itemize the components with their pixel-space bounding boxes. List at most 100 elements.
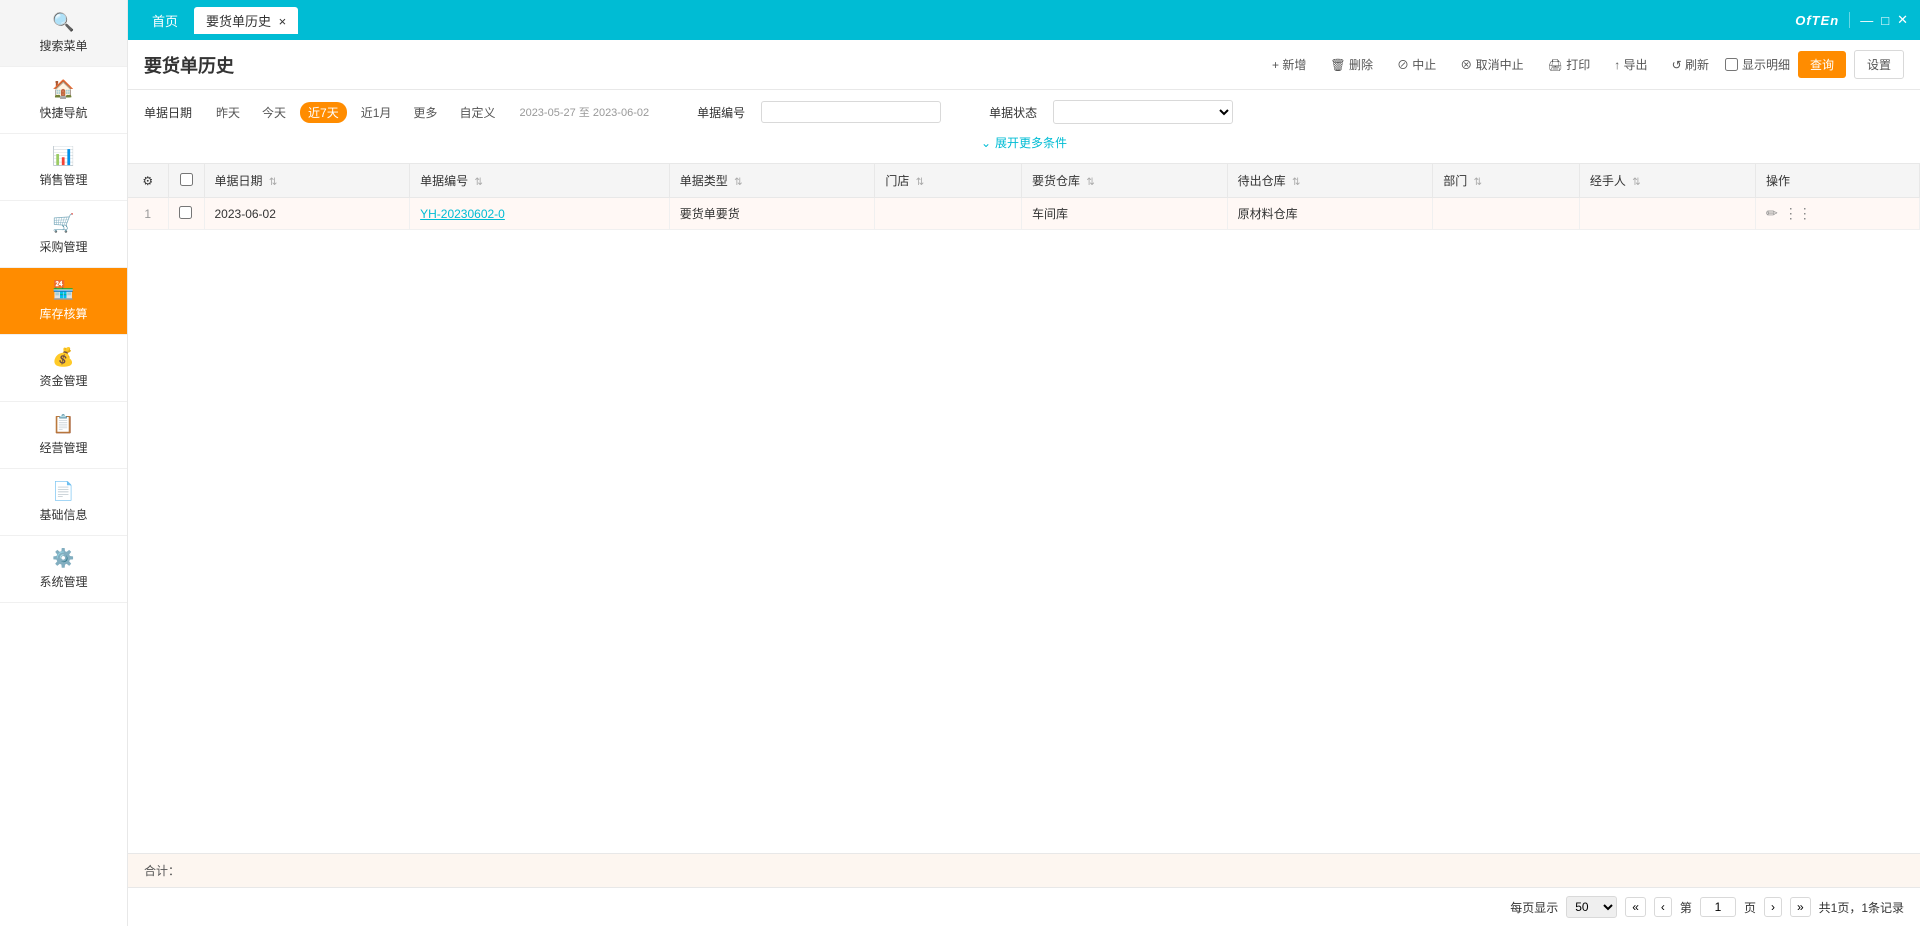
tab-requisition-history[interactable]: 要货单历史 × (194, 7, 298, 34)
th-settings[interactable]: ⚙ (128, 164, 168, 198)
date-btn-更多[interactable]: 更多 (405, 102, 445, 123)
page-input[interactable] (1700, 897, 1736, 917)
close-tab-icon[interactable]: × (279, 14, 287, 29)
tab-home[interactable]: 首页 (140, 7, 190, 34)
inventory-icon: 🏪 (52, 280, 74, 301)
next-page-btn[interactable]: › (1764, 897, 1782, 917)
operations-icon: 📋 (52, 414, 74, 435)
sidebar-item-system[interactable]: ⚙️ 系统管理 (0, 536, 127, 603)
status-select[interactable] (1053, 100, 1233, 124)
sidebar-item-inventory[interactable]: 🏪 库存核算 (0, 268, 127, 335)
row-index: 1 (128, 198, 168, 230)
sidebar-item-label: 采购管理 (39, 238, 87, 255)
row-store (875, 198, 1022, 230)
th-handler[interactable]: 经手人 ⇅ (1579, 164, 1755, 198)
th-date[interactable]: 单据日期 ⇅ (204, 164, 410, 198)
last-page-btn[interactable]: » (1790, 897, 1811, 917)
row-bill-no[interactable]: YH-20230602-0 (410, 198, 670, 230)
export-button[interactable]: ↑ 导出 (1606, 52, 1655, 77)
sidebar-item-label: 资金管理 (39, 372, 87, 389)
th-bill-no[interactable]: 单据编号 ⇅ (410, 164, 670, 198)
th-action: 操作 (1756, 164, 1920, 198)
more-icon[interactable]: ⋮⋮ (1784, 205, 1812, 222)
first-page-btn[interactable]: « (1625, 897, 1646, 917)
sidebar-item-label: 基础信息 (39, 506, 87, 523)
date-btn-近7天[interactable]: 近7天 (300, 102, 347, 123)
sidebar-item-operations[interactable]: 📋 经营管理 (0, 402, 127, 469)
sidebar-item-label: 快捷导航 (39, 104, 87, 121)
date-btn-自定义[interactable]: 自定义 (451, 102, 503, 123)
bill-number-label: 单据编号 (697, 104, 745, 121)
summary-label: 合计： (144, 864, 180, 878)
table-row: 1 2023-06-02 YH-20230602-0 要货单要货 车间库 原材料… (128, 198, 1920, 230)
row-handler (1579, 198, 1755, 230)
filter-row-1: 单据日期 昨天今天近7天近1月更多自定义 2023-05-27 至 2023-0… (144, 100, 1904, 124)
content-area: 要货单历史 + 新增 🗑 删除 ⊘ 中止 ⊗ 取消中止 🖨 打印 ↑ 导出 ↺ … (128, 40, 1920, 926)
pagination-bar: 每页显示 50 20 100 « ‹ 第 页 › » 共1页，1条记录 (128, 887, 1920, 926)
status-label: 单据状态 (989, 104, 1037, 121)
main-container: 首页要货单历史 × OfTEn — □ ✕ 要货单历史 + 新增 🗑 删除 ⊘ … (128, 0, 1920, 926)
th-pending-warehouse[interactable]: 待出仓库 ⇅ (1227, 164, 1433, 198)
table-area: ⚙ 单据日期 ⇅ 单据编号 ⇅ 单据类型 ⇅ 门店 ⇅ 要货仓库 ⇅ 待出仓库 … (128, 164, 1920, 853)
system-icon: ⚙️ (52, 548, 74, 569)
delete-button[interactable]: 🗑 删除 (1322, 52, 1381, 77)
select-all-checkbox[interactable] (180, 173, 193, 186)
sidebar-item-search-menu[interactable]: 🔍 搜索菜单 (0, 0, 127, 67)
sidebar-item-quick-nav[interactable]: 🏠 快捷导航 (0, 67, 127, 134)
show-detail-check[interactable]: 显示明细 (1725, 56, 1790, 73)
sidebar-item-finance[interactable]: 💰 资金管理 (0, 335, 127, 402)
search-menu-icon: 🔍 (52, 12, 74, 33)
query-button[interactable]: 查询 (1798, 51, 1846, 78)
sidebar-item-sales[interactable]: 📊 销售管理 (0, 134, 127, 201)
page-title: 要货单历史 (144, 52, 234, 78)
edit-icon[interactable]: ✏ (1766, 205, 1778, 222)
per-page-select[interactable]: 50 20 100 (1566, 896, 1617, 918)
bill-number-input[interactable] (761, 101, 941, 123)
sidebar-item-label: 经营管理 (39, 439, 87, 456)
date-btn-昨天[interactable]: 昨天 (208, 102, 248, 123)
row-actions: ✏ ⋮⋮ (1756, 198, 1920, 230)
page-label: 第 (1680, 899, 1692, 916)
th-req-warehouse[interactable]: 要货仓库 ⇅ (1022, 164, 1228, 198)
row-department (1433, 198, 1580, 230)
sidebar-item-purchase[interactable]: 🛒 采购管理 (0, 201, 127, 268)
basic-info-icon: 📄 (52, 481, 74, 502)
th-bill-type[interactable]: 单据类型 ⇅ (669, 164, 875, 198)
filter-area: 单据日期 昨天今天近7天近1月更多自定义 2023-05-27 至 2023-0… (128, 90, 1920, 164)
expand-more-btn[interactable]: ⌄ 展开更多条件 (144, 132, 1904, 153)
sidebar-item-label: 库存核算 (39, 305, 87, 322)
row-select-checkbox[interactable] (179, 206, 192, 219)
new-button[interactable]: + 新增 (1264, 52, 1314, 77)
minimize-btn[interactable]: — (1860, 13, 1873, 28)
table-body: 1 2023-06-02 YH-20230602-0 要货单要货 车间库 原材料… (128, 198, 1920, 230)
date-btn-今天[interactable]: 今天 (254, 102, 294, 123)
show-detail-label: 显示明细 (1742, 56, 1790, 73)
sidebar-item-label: 销售管理 (39, 171, 87, 188)
window-controls: OfTEn — □ ✕ (1795, 12, 1908, 28)
settings-button[interactable]: 设置 (1854, 50, 1904, 79)
refresh-button[interactable]: ↺ 刷新 (1664, 52, 1717, 77)
show-detail-checkbox[interactable] (1725, 58, 1738, 71)
close-btn[interactable]: ✕ (1897, 12, 1908, 28)
prev-page-btn[interactable]: ‹ (1654, 897, 1672, 917)
th-checkbox[interactable] (168, 164, 204, 198)
print-button[interactable]: 🖨 打印 (1540, 52, 1599, 77)
date-btn-近1月[interactable]: 近1月 (353, 102, 400, 123)
maximize-btn[interactable]: □ (1881, 13, 1889, 28)
row-date: 2023-06-02 (204, 198, 410, 230)
sidebar-item-basic-info[interactable]: 📄 基础信息 (0, 469, 127, 536)
table-header: ⚙ 单据日期 ⇅ 单据编号 ⇅ 单据类型 ⇅ 门店 ⇅ 要货仓库 ⇅ 待出仓库 … (128, 164, 1920, 198)
toolbar-actions: + 新增 🗑 删除 ⊘ 中止 ⊗ 取消中止 🖨 打印 ↑ 导出 ↺ 刷新 显示明… (1264, 50, 1904, 79)
stop-button[interactable]: ⊘ 中止 (1389, 52, 1444, 77)
date-options: 昨天今天近7天近1月更多自定义 (208, 102, 503, 123)
per-page-label: 每页显示 (1510, 899, 1558, 916)
brand-text: OfTEn (1795, 13, 1839, 28)
th-store[interactable]: 门店 ⇅ (875, 164, 1022, 198)
page-title-bar: 要货单历史 + 新增 🗑 删除 ⊘ 中止 ⊗ 取消中止 🖨 打印 ↑ 导出 ↺ … (128, 40, 1920, 90)
finance-icon: 💰 (52, 347, 74, 368)
sidebar-item-label: 系统管理 (39, 573, 87, 590)
sidebar: 🔍 搜索菜单🏠 快捷导航📊 销售管理🛒 采购管理🏪 库存核算💰 资金管理📋 经营… (0, 0, 128, 926)
th-department[interactable]: 部门 ⇅ (1433, 164, 1580, 198)
cancel-stop-button[interactable]: ⊗ 取消中止 (1452, 52, 1531, 77)
row-checkbox[interactable] (168, 198, 204, 230)
